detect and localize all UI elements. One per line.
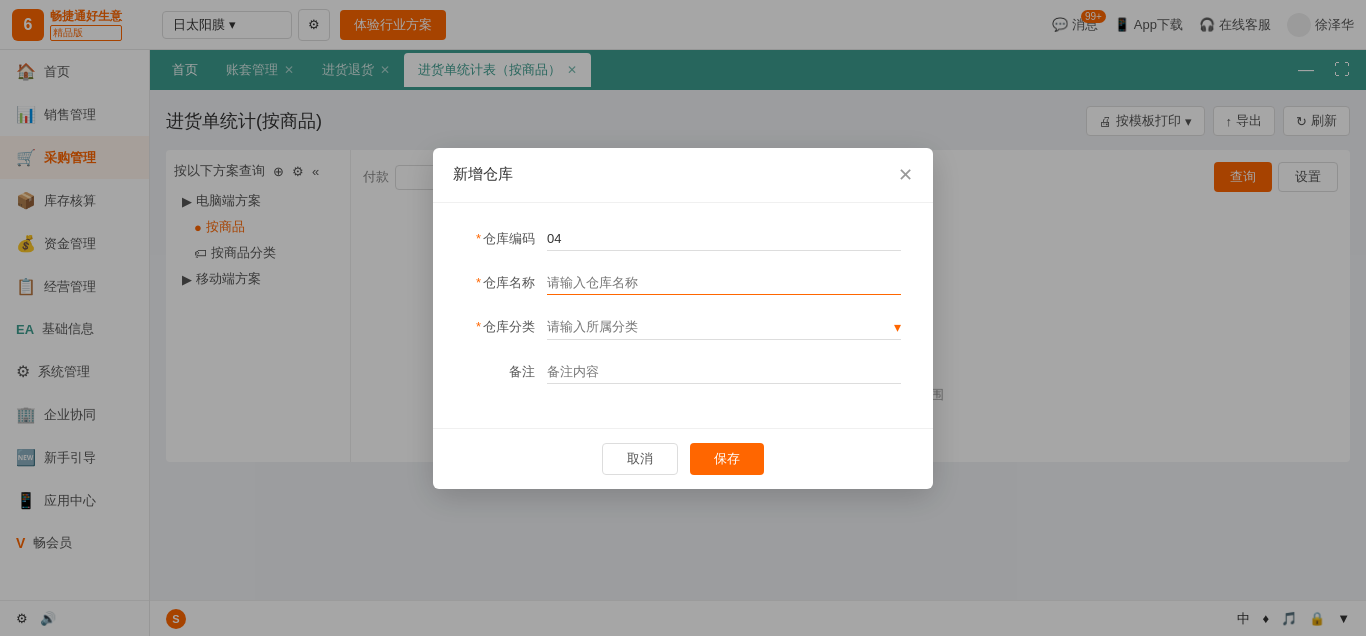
code-label: *仓库编码 — [465, 230, 535, 248]
modal-body: *仓库编码 *仓库名称 *仓库分类 ▾ — [433, 203, 933, 428]
category-input[interactable] — [547, 319, 894, 334]
note-field-row: 备注 — [465, 360, 901, 384]
category-label: *仓库分类 — [465, 318, 535, 336]
code-field-row: *仓库编码 — [465, 227, 901, 251]
modal-close-button[interactable]: ✕ — [898, 164, 913, 186]
note-input[interactable] — [547, 360, 901, 384]
name-label: *仓库名称 — [465, 274, 535, 292]
modal-footer: 取消 保存 — [433, 428, 933, 489]
add-warehouse-modal: 新增仓库 ✕ *仓库编码 *仓库名称 *仓库分类 — [433, 148, 933, 489]
modal-overlay: 新增仓库 ✕ *仓库编码 *仓库名称 *仓库分类 — [0, 0, 1366, 636]
name-input[interactable] — [547, 271, 901, 295]
category-select-wrapper[interactable]: ▾ — [547, 315, 901, 340]
modal-header: 新增仓库 ✕ — [433, 148, 933, 203]
category-dropdown-icon: ▾ — [894, 319, 901, 335]
cancel-button[interactable]: 取消 — [602, 443, 678, 475]
code-input[interactable] — [547, 227, 901, 251]
modal-title: 新增仓库 — [453, 165, 513, 184]
note-label: 备注 — [465, 363, 535, 381]
category-field-row: *仓库分类 ▾ — [465, 315, 901, 340]
save-button[interactable]: 保存 — [690, 443, 764, 475]
name-field-row: *仓库名称 — [465, 271, 901, 295]
